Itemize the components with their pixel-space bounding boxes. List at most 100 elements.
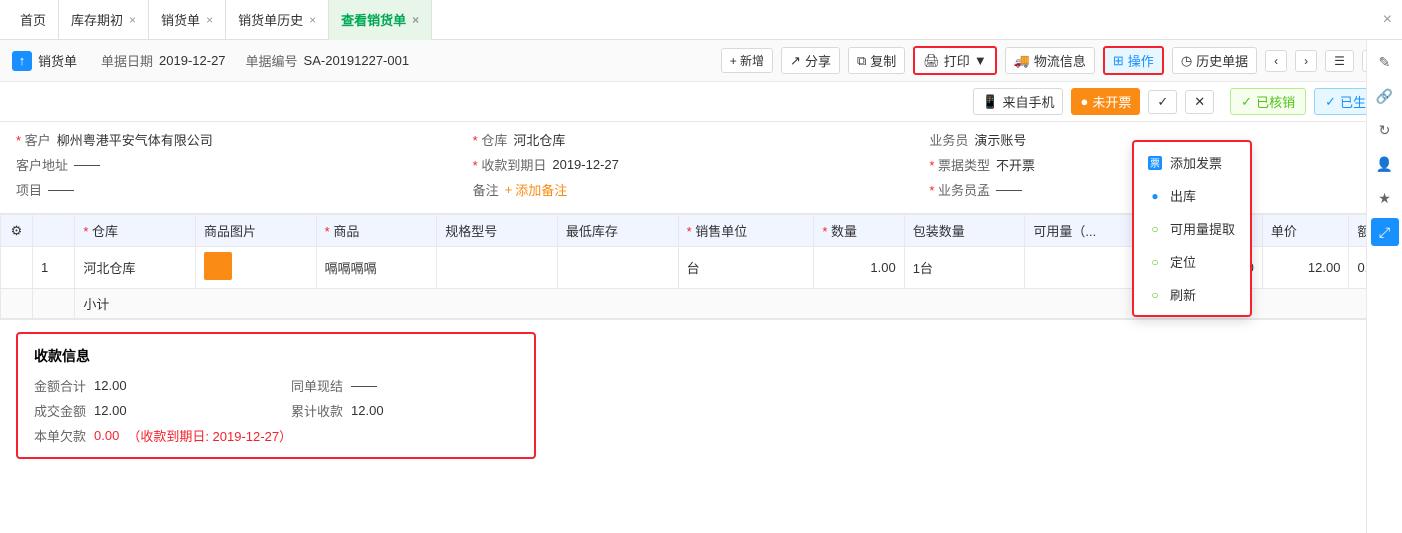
document-icon: ↑ xyxy=(12,51,32,71)
prev-button[interactable]: ‹ xyxy=(1265,50,1287,72)
bill-type-value: 不开票 xyxy=(996,155,1035,174)
col-sales-unit: 销售单位 xyxy=(678,215,814,247)
outbound-item[interactable]: ● 出库 xyxy=(1134,179,1250,212)
doc-date-field: 单据日期 2019-12-27 xyxy=(101,51,226,70)
due-date-label: 收款到期日 xyxy=(473,155,547,174)
available-qty-item[interactable]: ○ 可用量提取 xyxy=(1134,212,1250,245)
sidebar-expand-icon[interactable]: ⤢ xyxy=(1371,218,1399,246)
note-label: 备注 xyxy=(473,180,499,199)
col-spec: 规格型号 xyxy=(437,215,558,247)
document-header: ↑ 销货单 单据日期 2019-12-27 单据编号 SA-20191227-0… xyxy=(0,40,1402,82)
refresh-icon: ○ xyxy=(1148,288,1162,302)
col-gear[interactable]: ⚙ xyxy=(1,215,33,247)
sidebar-user-icon[interactable]: 👤 xyxy=(1371,150,1399,178)
due-date-value: 2019-12-27 xyxy=(552,157,619,172)
sidebar-edit-icon[interactable]: ✎ xyxy=(1371,48,1399,76)
plus-icon: + xyxy=(505,182,513,197)
customer-field: 客户 柳州粤港平安气体有限公司 xyxy=(16,130,473,149)
tab-inventory-init[interactable]: 库存期初 × xyxy=(59,0,149,40)
col-unit-price: 单价 xyxy=(1262,215,1349,247)
history-icon: ◷ xyxy=(1181,53,1192,69)
balance-row: 本单欠款 0.00 （收款到期日: 2019-12-27） xyxy=(34,426,518,445)
confirm-button[interactable]: ✓ xyxy=(1148,90,1177,114)
sidebar-link-icon[interactable]: 🔗 xyxy=(1371,82,1399,110)
add-note-button[interactable]: + 添加备注 xyxy=(505,180,568,199)
history-button[interactable]: ◷ 历史单据 xyxy=(1172,47,1257,74)
row-product-img xyxy=(196,247,317,289)
salesperson-value: —— xyxy=(996,182,1022,197)
close-sales-tab[interactable]: × xyxy=(206,13,213,27)
warehouse-value: 河北仓库 xyxy=(513,130,565,149)
balance-note: （收款到期日: 2019-12-27） xyxy=(127,426,292,445)
copy-button[interactable]: ⧉ 复制 xyxy=(848,47,905,74)
check-circle-icon: ✓ xyxy=(1241,94,1252,110)
col-min-stock: 最低库存 xyxy=(557,215,678,247)
tab-sales-history[interactable]: 销货单历史 × xyxy=(226,0,329,40)
balance-label: 本单欠款 xyxy=(34,426,86,445)
row-gear xyxy=(1,247,33,289)
print-dropdown-icon: ▼ xyxy=(974,53,987,68)
col-quantity: 数量 xyxy=(814,215,904,247)
print-button[interactable]: 🖨 打印 ▼ xyxy=(913,46,996,75)
col-package-qty: 包装数量 xyxy=(904,215,1025,247)
not-open-button[interactable]: ● 未开票 xyxy=(1071,88,1140,115)
tab-view-sales-order[interactable]: 查看销货单 × xyxy=(329,0,432,40)
project-label: 项目 xyxy=(16,180,42,199)
grid-icon: ⊞ xyxy=(1113,53,1124,69)
due-date-field: 收款到期日 2019-12-27 xyxy=(473,155,930,174)
document-meta: 单据日期 2019-12-27 单据编号 SA-20191227-001 xyxy=(101,51,721,70)
sidebar-star-icon[interactable]: ★ xyxy=(1371,184,1399,212)
secondary-toolbar: 📱 来自手机 ● 未开票 ✓ ✕ ✓ 已核销 ✓ 已生效 xyxy=(0,82,1402,122)
payment-info-title: 收款信息 xyxy=(34,346,518,366)
x-icon: ✕ xyxy=(1194,94,1205,110)
row-warehouse: 河北仓库 xyxy=(75,247,196,289)
copy-icon: ⧉ xyxy=(857,53,866,69)
share-button[interactable]: ↗ 分享 xyxy=(781,47,840,74)
address-value: —— xyxy=(74,157,100,172)
salesperson-label: 业务员孟 xyxy=(929,180,990,199)
address-label: 客户地址 xyxy=(16,155,68,174)
tab-home[interactable]: 首页 xyxy=(8,0,59,40)
payment-rows: 金额合计 12.00 同单现结 —— 成交金额 12.00 累计收款 12.00… xyxy=(34,376,518,445)
check-icon: ✓ xyxy=(1157,94,1168,110)
share-icon: ↗ xyxy=(790,53,801,69)
truck-icon: 🚚 xyxy=(1014,53,1030,69)
close-inventory-tab[interactable]: × xyxy=(129,13,136,27)
transaction-amount-value: 12.00 xyxy=(94,403,127,418)
close-history-tab[interactable]: × xyxy=(309,13,316,27)
list-view-button[interactable]: ☰ xyxy=(1325,50,1354,72)
cumulative-receipt-row: 累计收款 12.00 xyxy=(291,401,518,420)
subtotal-gear xyxy=(1,289,33,319)
from-phone-button[interactable]: 📱 来自手机 xyxy=(973,88,1063,115)
refresh-item[interactable]: ○ 刷新 xyxy=(1134,278,1250,311)
logistics-button[interactable]: 🚚 物流信息 xyxy=(1005,47,1095,74)
new-button[interactable]: + 新增 xyxy=(721,48,773,73)
tab-sales-order[interactable]: 销货单 × xyxy=(149,0,226,40)
total-amount-row: 金额合计 12.00 xyxy=(34,376,261,395)
circle-icon: ● xyxy=(1080,94,1088,109)
warehouse-field: 仓库 河北仓库 xyxy=(473,130,930,149)
cancelled-status-btn[interactable]: ✓ 已核销 xyxy=(1230,88,1306,115)
cumulative-receipt-value: 12.00 xyxy=(351,403,384,418)
locate-item[interactable]: ○ 定位 xyxy=(1134,245,1250,278)
col-warehouse: 仓库 xyxy=(75,215,196,247)
transaction-amount-row: 成交金额 12.00 xyxy=(34,401,261,420)
right-sidebar: ✎ 🔗 ↻ 👤 ★ ⤢ xyxy=(1366,40,1402,533)
doc-number-field: 单据编号 SA-20191227-001 xyxy=(246,51,410,70)
project-field: 项目 —— xyxy=(16,180,473,199)
add-invoice-item[interactable]: 票 添加发票 xyxy=(1134,146,1250,179)
operation-button[interactable]: ⊞ 操作 xyxy=(1103,46,1164,75)
row-quantity: 1.00 xyxy=(814,247,904,289)
subtotal-num xyxy=(33,289,75,319)
operation-dropdown: 票 添加发票 ● 出库 ○ 可用量提取 ○ 定位 ○ 刷新 xyxy=(1132,140,1252,317)
col-row-num xyxy=(33,215,75,247)
bottom-section: 收款信息 金额合计 12.00 同单现结 —— 成交金额 12.00 累计收款 … xyxy=(0,319,1402,471)
outbound-icon: ● xyxy=(1148,189,1162,203)
cancel-button[interactable]: ✕ xyxy=(1185,90,1214,114)
sidebar-rotate-icon[interactable]: ↻ xyxy=(1371,116,1399,144)
row-package-qty: 1台 xyxy=(904,247,1025,289)
global-close-button[interactable]: × xyxy=(1383,11,1392,29)
document-title: ↑ 销货单 xyxy=(12,51,77,71)
next-button[interactable]: › xyxy=(1295,50,1317,72)
close-view-tab[interactable]: × xyxy=(412,13,419,27)
